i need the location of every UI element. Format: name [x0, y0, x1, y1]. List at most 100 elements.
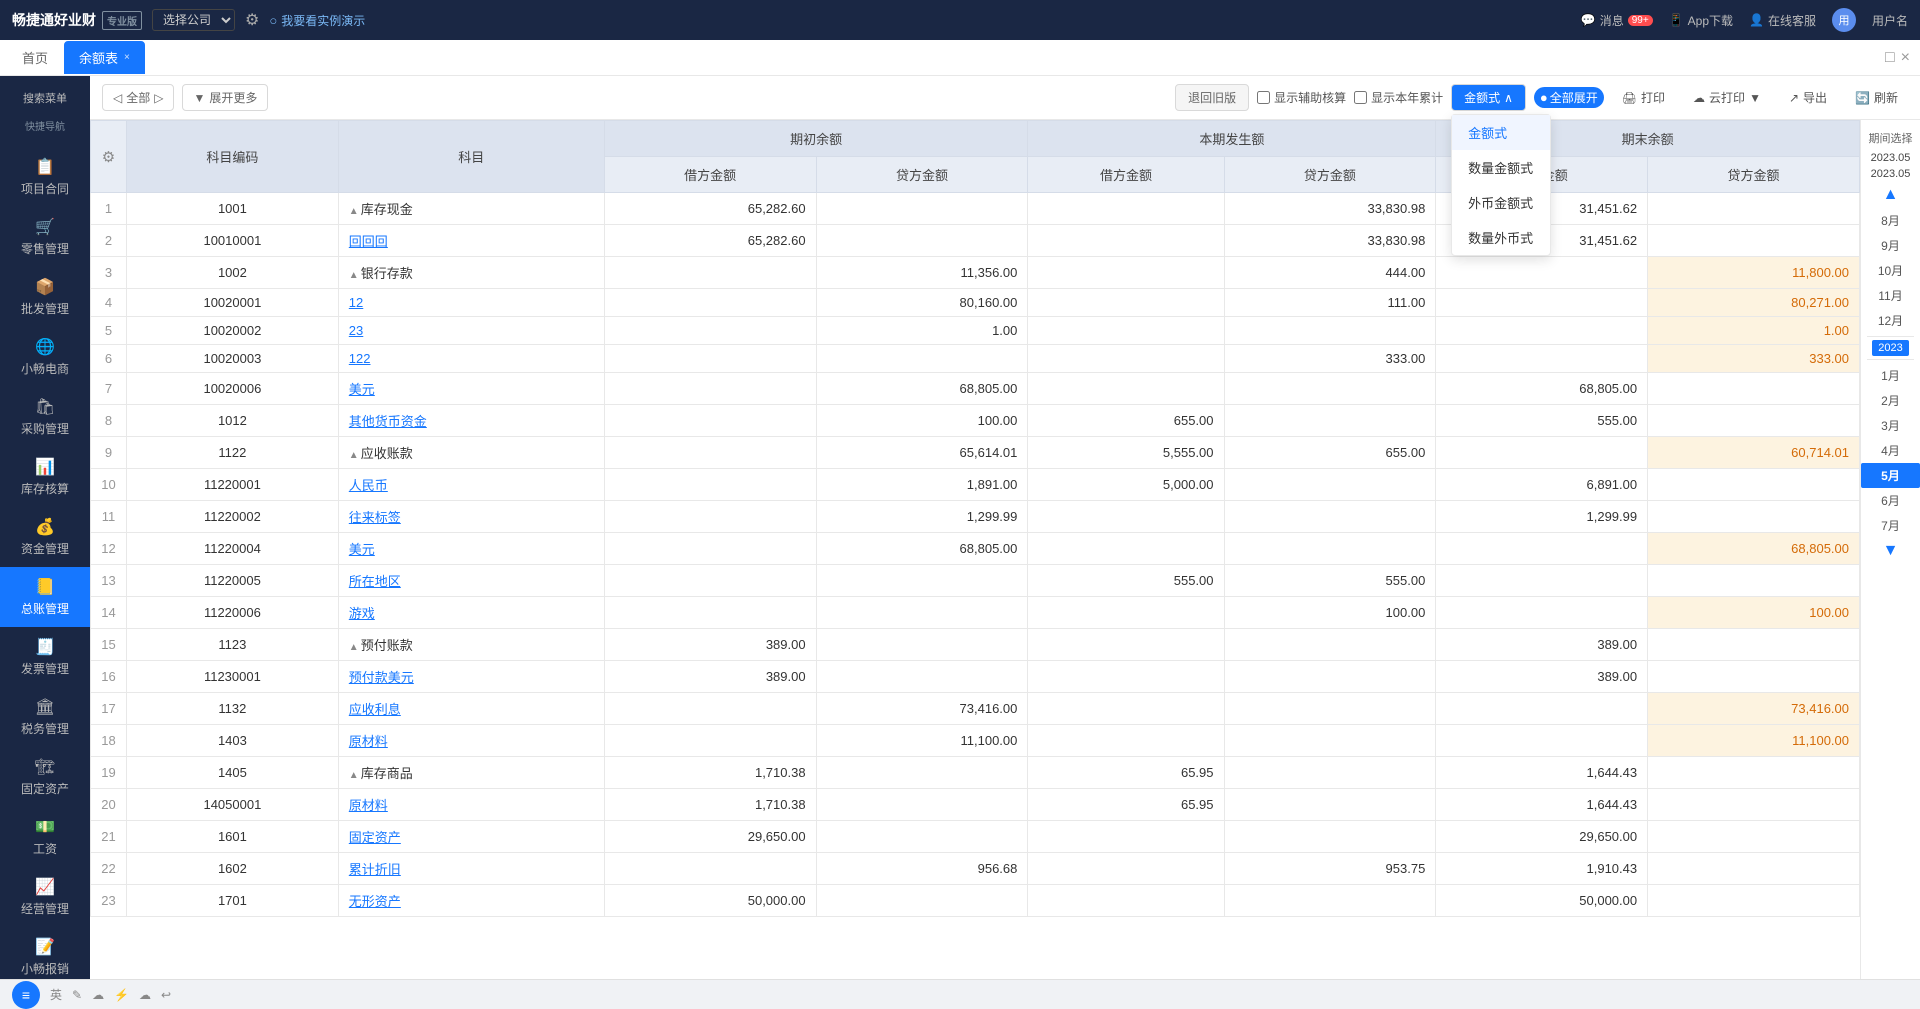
period-nav-up[interactable]: ▲: [1879, 182, 1903, 208]
table-settings-icon[interactable]: ⚙: [102, 149, 115, 166]
period-year-2023[interactable]: 2023: [1872, 340, 1908, 356]
messages-btn[interactable]: 💬 消息 99+: [1581, 12, 1653, 29]
account-name-link[interactable]: 12: [349, 295, 363, 310]
app-download-btn[interactable]: 📱 App下载: [1669, 12, 1733, 29]
expand-all-toggle[interactable]: ● 全部展开: [1534, 87, 1604, 108]
account-name-link[interactable]: 无形资产: [349, 894, 401, 909]
edit-icon[interactable]: ✎: [72, 988, 82, 1002]
back-old-version-btn[interactable]: 退回旧版: [1175, 84, 1249, 111]
tab-balance[interactable]: 余额表 ×: [64, 41, 145, 74]
sidebar-item-funds[interactable]: 💰 资金管理: [0, 507, 90, 567]
undo-icon[interactable]: ↩: [161, 988, 171, 1002]
sidebar-item-invoice[interactable]: 🧾 发票管理: [0, 627, 90, 687]
cloud-icon[interactable]: ☁: [92, 988, 104, 1002]
show-assist-input[interactable]: [1257, 91, 1270, 104]
expand-toggle[interactable]: ▲: [349, 770, 359, 781]
minimize-btn[interactable]: □: [1885, 49, 1895, 67]
top-settings-icon[interactable]: ⚙: [245, 10, 259, 30]
cell-amount: 11,100.00: [1648, 725, 1860, 757]
sidebar-item-report[interactable]: 📝 小畅报销: [0, 927, 90, 979]
cloud-print-btn[interactable]: ☁ 云打印 ▼: [1683, 85, 1771, 110]
period-month-1[interactable]: 1月: [1861, 363, 1920, 388]
sidebar-item-ecommerce[interactable]: 🌐 小畅电商: [0, 327, 90, 387]
period-month-10[interactable]: 10月: [1861, 258, 1920, 283]
ecommerce-icon: 🌐: [35, 337, 55, 357]
company-selector[interactable]: 选择公司: [152, 9, 235, 31]
avatar[interactable]: 用: [1832, 8, 1856, 32]
flash-icon[interactable]: ⚡: [114, 988, 129, 1002]
sidebar-item-tax[interactable]: 🏛 税务管理: [0, 687, 90, 747]
mode-qty-amount[interactable]: 数量金额式: [1452, 150, 1550, 185]
lang-switch[interactable]: 英: [50, 986, 62, 1003]
sidebar-item-retail[interactable]: 🛒 零售管理: [0, 207, 90, 267]
expand-more-btn[interactable]: ▼ 展开更多: [182, 84, 268, 111]
sidebar-quick-nav[interactable]: 快捷导航: [0, 112, 90, 139]
period-month-11[interactable]: 11月: [1861, 283, 1920, 308]
close-window-btn[interactable]: ×: [1901, 49, 1910, 67]
filter-all-btn[interactable]: ◁ 全部 ▷: [102, 84, 174, 111]
account-name-link[interactable]: 游戏: [349, 606, 375, 621]
account-name-link[interactable]: 所在地区: [349, 574, 401, 589]
account-name-link[interactable]: 回回回: [349, 234, 388, 249]
sidebar-item-assets[interactable]: 🏗 固定资产: [0, 747, 90, 807]
account-name-link[interactable]: 预付款美元: [349, 670, 414, 685]
print-btn[interactable]: 🖨 打印: [1612, 85, 1675, 110]
sync-icon[interactable]: ☁: [139, 988, 151, 1002]
tab-close-icon[interactable]: ×: [124, 52, 130, 63]
expand-toggle[interactable]: ▲: [349, 642, 359, 653]
account-name-link[interactable]: 累计折旧: [349, 862, 401, 877]
account-name-link[interactable]: 应收利息: [349, 702, 401, 717]
sidebar-search[interactable]: 搜索菜单: [0, 84, 90, 112]
online-service-btn[interactable]: 👤 在线客服: [1749, 12, 1816, 29]
cell-account-name: 往来标签: [338, 501, 604, 533]
period-month-4[interactable]: 4月: [1861, 438, 1920, 463]
export-btn[interactable]: ↗ 导出: [1779, 85, 1837, 110]
sidebar-item-wholesale[interactable]: 📦 批发管理: [0, 267, 90, 327]
period-month-3[interactable]: 3月: [1861, 413, 1920, 438]
cell-account-name[interactable]: ▲银行存款: [338, 257, 604, 289]
period-nav-down[interactable]: ▼: [1879, 538, 1903, 564]
demo-link[interactable]: ○ 我要看实例演示: [269, 12, 365, 29]
show-assist-checkbox[interactable]: 显示辅助核算: [1257, 89, 1346, 106]
show-ytd-checkbox[interactable]: 显示本年累计: [1354, 89, 1443, 106]
account-name-link[interactable]: 美元: [349, 542, 375, 557]
expand-toggle[interactable]: ▲: [349, 270, 359, 281]
sidebar-item-operations[interactable]: 📈 经营管理: [0, 867, 90, 927]
period-month-9[interactable]: 9月: [1861, 233, 1920, 258]
sidebar-item-purchase[interactable]: 🛍 采购管理: [0, 387, 90, 447]
period-month-8[interactable]: 8月: [1861, 208, 1920, 233]
expand-toggle[interactable]: ▲: [349, 206, 359, 217]
account-name-link[interactable]: 固定资产: [349, 830, 401, 845]
mode-btn[interactable]: 金额式 ∧: [1451, 84, 1526, 111]
period-month-6[interactable]: 6月: [1861, 488, 1920, 513]
cell-account-name[interactable]: ▲应收账款: [338, 437, 604, 469]
account-name-link[interactable]: 人民币: [349, 478, 388, 493]
mode-foreign[interactable]: 外币金额式: [1452, 185, 1550, 220]
cell-account-name[interactable]: ▲库存商品: [338, 757, 604, 789]
sidebar-item-inventory[interactable]: 📊 库存核算: [0, 447, 90, 507]
ai-btn[interactable]: ≡: [12, 981, 40, 1009]
account-name-link[interactable]: 原材料: [349, 798, 388, 813]
account-name-link[interactable]: 122: [349, 351, 371, 366]
sidebar-item-project[interactable]: 📋 项目合同: [0, 147, 90, 207]
account-name-link[interactable]: 23: [349, 323, 363, 338]
expand-toggle[interactable]: ▲: [349, 450, 359, 461]
mode-amount[interactable]: 金额式: [1452, 115, 1550, 150]
period-month-7[interactable]: 7月: [1861, 513, 1920, 538]
account-name-link[interactable]: 往来标签: [349, 510, 401, 525]
account-name-link[interactable]: 其他货币资金: [349, 414, 427, 429]
show-ytd-input[interactable]: [1354, 91, 1367, 104]
sidebar-item-salary[interactable]: 💵 工资: [0, 807, 90, 867]
cell-account-name[interactable]: ▲预付账款: [338, 629, 604, 661]
cell-account-name[interactable]: ▲库存现金: [338, 193, 604, 225]
mode-dropdown[interactable]: 金额式 ∧ 金额式 数量金额式 外币金额式 数量外币式: [1451, 84, 1526, 111]
tab-home[interactable]: 首页: [10, 42, 60, 73]
period-month-12[interactable]: 12月: [1861, 308, 1920, 333]
refresh-btn[interactable]: 🔄 刷新: [1845, 85, 1908, 110]
period-month-2[interactable]: 2月: [1861, 388, 1920, 413]
sidebar-item-ledger[interactable]: 📒 总账管理: [0, 567, 90, 627]
account-name-link[interactable]: 美元: [349, 382, 375, 397]
period-month-5[interactable]: 5月: [1861, 463, 1920, 488]
account-name-link[interactable]: 原材料: [349, 734, 388, 749]
mode-qty-foreign[interactable]: 数量外币式: [1452, 220, 1550, 255]
